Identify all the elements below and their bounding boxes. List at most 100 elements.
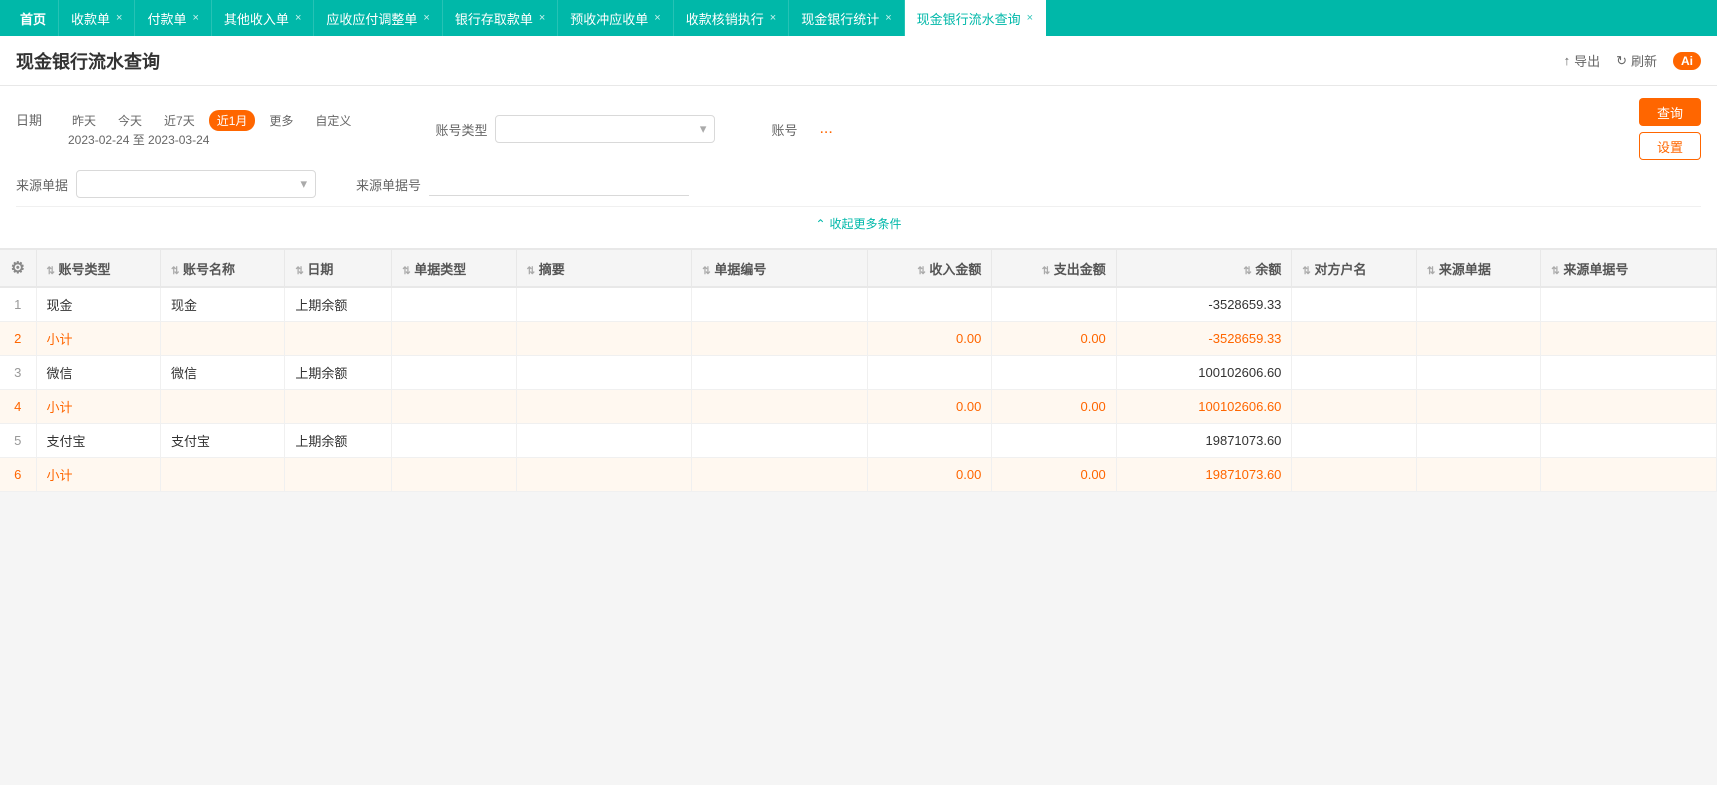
table-row[interactable]: 6小计0.000.0019871073.60 [0,458,1717,492]
row-counterparty [1292,424,1416,458]
th-summary[interactable]: ⇅ 摘要 [516,250,692,288]
close-icon[interactable]: × [423,12,429,24]
table-row[interactable]: 3微信微信上期余额100102606.60 [0,356,1717,390]
row-no: 6 [0,458,36,492]
th-doc-no[interactable]: ⇅ 单据编号 [692,250,868,288]
nav-tab-yingshouyingfutiaozheng[interactable]: 应收应付调整单 × [314,0,442,36]
collapse-icon: ⌃ [815,217,825,231]
row-source-doc-no [1541,424,1717,458]
close-icon[interactable]: × [1027,12,1033,24]
row-source-doc [1416,287,1540,322]
table-row[interactable]: 5支付宝支付宝上期余额19871073.60 [0,424,1717,458]
row-balance: 19871073.60 [1116,424,1292,458]
query-button[interactable]: 查询 [1639,98,1701,126]
source-doc-no-input[interactable] [429,172,689,196]
nav-tab-yinhangcunqukuan[interactable]: 银行存取款单 × [443,0,558,36]
close-icon[interactable]: × [295,12,301,24]
home-label: 首页 [20,9,46,28]
nav-tab-shoukuanxiaoxiao[interactable]: 收款核销执行 × [674,0,789,36]
close-icon[interactable]: × [885,12,891,24]
row-source-doc-no [1541,322,1717,356]
th-account-name-sort-icon: ⇅ [171,266,179,277]
date-btn-yesterday[interactable]: 昨天 [64,110,104,131]
row-doc-no [692,322,868,356]
nav-tab-qitahourudan[interactable]: 其他收入单 × [212,0,314,36]
nav-tab-shoukuandan[interactable]: 收款单 × [59,0,135,36]
date-btn-today[interactable]: 今天 [110,110,150,131]
ai-badge[interactable]: Ai [1673,52,1701,70]
date-btn-more[interactable]: 更多 [261,110,301,131]
date-btn-7days[interactable]: 近7天 [156,110,203,131]
row-doc-no [692,424,868,458]
date-btn-custom[interactable]: 自定义 [307,110,359,131]
th-counterparty[interactable]: ⇅ 对方户名 [1292,250,1416,288]
row-date: 上期余额 [285,356,392,390]
close-icon[interactable]: × [192,12,198,24]
row-expense: 0.00 [992,390,1116,424]
th-date[interactable]: ⇅ 日期 [285,250,392,288]
table-body: 1现金现金上期余额-3528659.332小计0.000.00-3528659.… [0,287,1717,492]
account-dots[interactable]: ... [819,120,832,138]
th-source-doc-no[interactable]: ⇅ 来源单据号 [1541,250,1717,288]
row-account-type: 小计 [36,458,160,492]
source-doc-no-label: 来源单据号 [356,175,421,194]
nav-tab-xianjinyinhangtongji[interactable]: 现金银行统计 × [789,0,904,36]
date-label: 日期 [16,110,56,129]
th-account-type[interactable]: ⇅ 账号类型 [36,250,160,288]
nav-tab-yushouhuanying[interactable]: 预收冲应收单 × [558,0,673,36]
row-summary [516,322,692,356]
row-source-doc-no [1541,390,1717,424]
table-row[interactable]: 2小计0.000.00-3528659.33 [0,322,1717,356]
row-doc-type [392,390,516,424]
nav-home[interactable]: 首页 [8,0,59,36]
close-icon[interactable]: × [654,12,660,24]
refresh-button[interactable]: ↻ 刷新 [1616,51,1657,70]
row-doc-type [392,322,516,356]
row-doc-type [392,424,516,458]
row-no: 4 [0,390,36,424]
source-doc-select[interactable]: ▾ [76,170,316,198]
chevron-down-icon: ▾ [300,176,307,192]
th-balance[interactable]: ⇅ 余额 [1116,250,1292,288]
th-expense-sort-icon: ⇅ [1042,266,1050,277]
account-type-label: 账号类型 [435,120,487,139]
row-doc-no [692,356,868,390]
collapse-bar[interactable]: ⌃ 收起更多条件 [16,211,1701,236]
th-doc-type[interactable]: ⇅ 单据类型 [392,250,516,288]
row-balance: -3528659.33 [1116,287,1292,322]
th-settings[interactable]: ⚙ [0,250,36,288]
row-expense [992,424,1116,458]
close-icon[interactable]: × [116,12,122,24]
row-expense: 0.00 [992,458,1116,492]
nav-tab-fukuandan[interactable]: 付款单 × [135,0,211,36]
export-button[interactable]: ↑ 导出 [1564,51,1601,70]
nav-tab-xianjinyinhangliushui[interactable]: 现金银行流水查询 × [905,0,1046,36]
th-expense[interactable]: ⇅ 支出金额 [992,250,1116,288]
th-income[interactable]: ⇅ 收入金额 [867,250,991,288]
settings-icon[interactable]: ⚙ [11,260,25,277]
account-type-select[interactable]: ▾ [495,115,715,143]
date-btn-1month[interactable]: 近1月 [209,110,256,131]
row-counterparty [1292,322,1416,356]
row-account-name: 微信 [160,356,284,390]
filter-area: 日期 昨天 今天 近7天 近1月 更多 自定义 2023-02-24 至 202… [0,86,1717,249]
close-icon[interactable]: × [770,12,776,24]
table-row[interactable]: 4小计0.000.00100102606.60 [0,390,1717,424]
th-source-doc[interactable]: ⇅ 来源单据 [1416,250,1540,288]
refresh-icon: ↻ [1616,53,1627,69]
close-icon[interactable]: × [539,12,545,24]
th-date-sort-icon: ⇅ [295,266,303,277]
filter-row-date: 日期 昨天 今天 近7天 近1月 更多 自定义 2023-02-24 至 202… [16,98,1701,160]
row-doc-type [392,356,516,390]
row-source-doc-no [1541,356,1717,390]
settings-button[interactable]: 设置 [1639,132,1701,160]
row-income: 0.00 [867,458,991,492]
table-row[interactable]: 1现金现金上期余额-3528659.33 [0,287,1717,322]
row-doc-no [692,458,868,492]
th-account-name[interactable]: ⇅ 账号名称 [160,250,284,288]
row-date [285,322,392,356]
row-expense [992,356,1116,390]
row-account-type: 现金 [36,287,160,322]
row-income: 0.00 [867,390,991,424]
source-doc-filter: 来源单据 ▾ [16,170,316,198]
